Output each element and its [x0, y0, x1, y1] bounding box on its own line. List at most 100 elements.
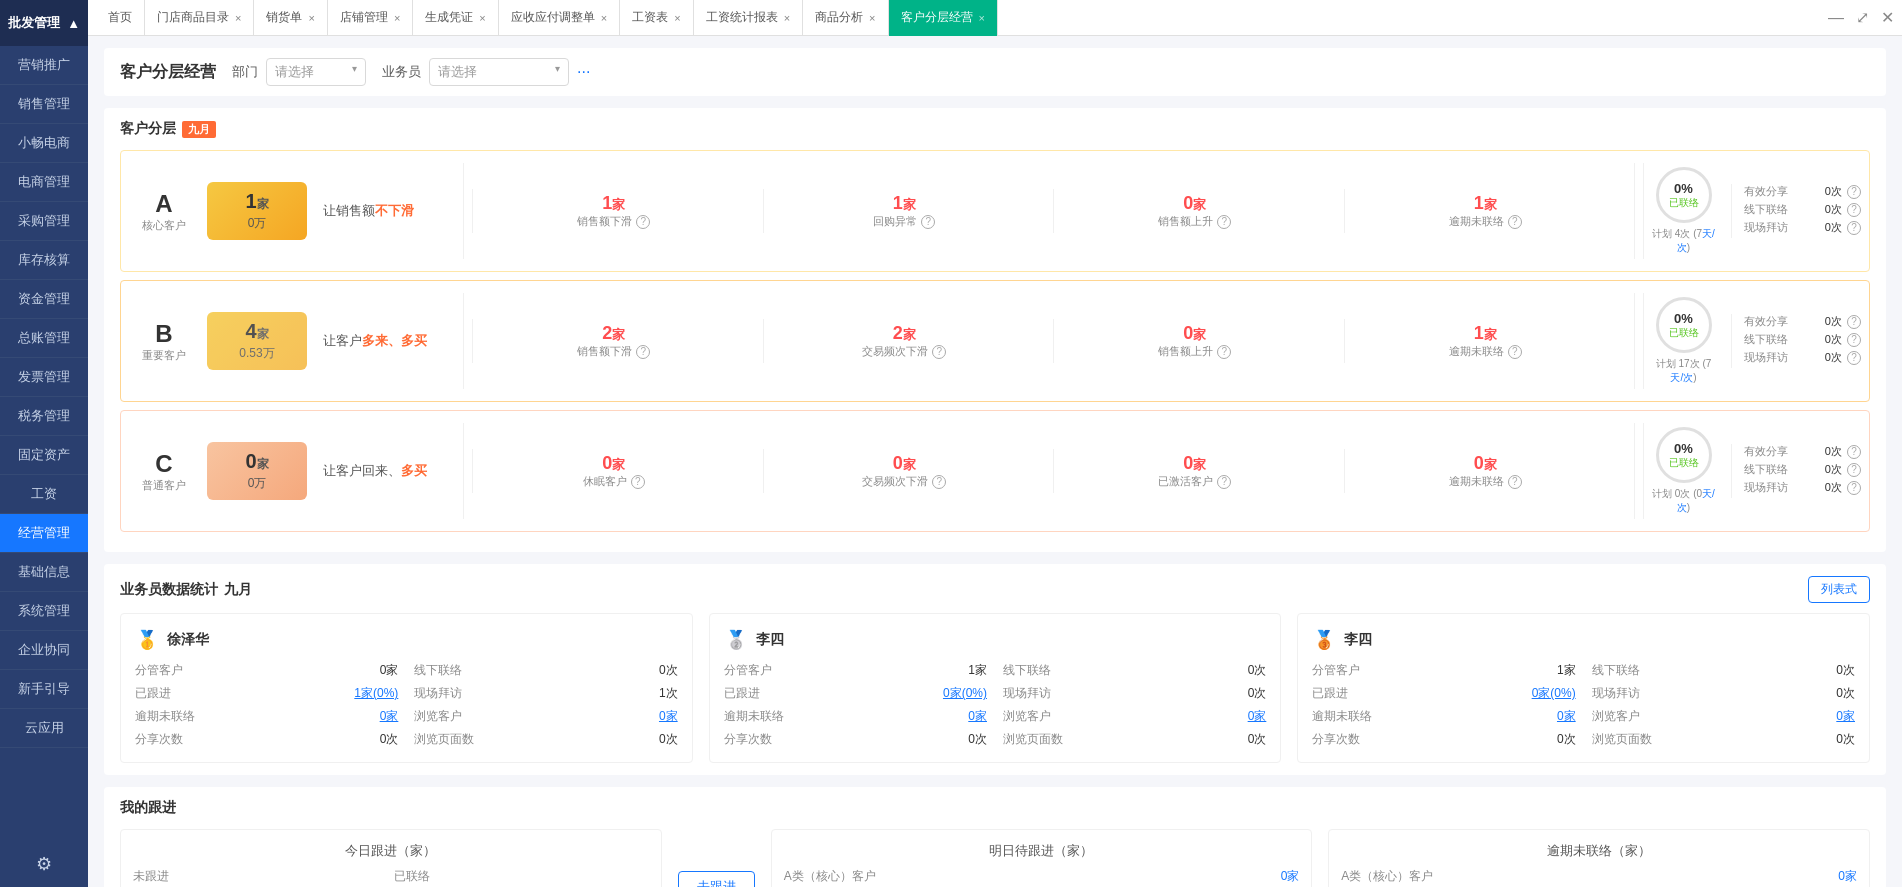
tab-close-应收应付调整单[interactable]: ×	[601, 12, 607, 24]
info-icon[interactable]: ?	[1847, 185, 1861, 199]
tier-stat-A-1[interactable]: 1家 回购异常 ?	[763, 189, 1046, 233]
biz-stat-val[interactable]: 1家(0%)	[354, 685, 398, 702]
biz-stat-val[interactable]: 0家	[1248, 708, 1267, 725]
sidebar-item-资金管理[interactable]: 资金管理	[0, 280, 88, 319]
biz-stat-label: 浏览页面数	[414, 731, 474, 748]
tier-stat-A-3[interactable]: 1家 逾期未联络 ?	[1344, 189, 1627, 233]
tab-close-销货单[interactable]: ×	[308, 12, 314, 24]
sidebar-header[interactable]: 批发管理 ▲	[0, 0, 88, 46]
biz-stat-label: 逾期未联络	[1312, 708, 1372, 725]
biz-stat-val[interactable]: 0家(0%)	[1532, 685, 1576, 702]
sidebar-item-营销推广[interactable]: 营销推广	[0, 46, 88, 85]
more-options[interactable]: ···	[577, 63, 590, 81]
sidebar-item-新手引导[interactable]: 新手引导	[0, 670, 88, 709]
tier-count-C[interactable]: 0家0万	[207, 442, 307, 500]
biz-stat-val: 0次	[1836, 662, 1855, 679]
sidebar-item-总账管理[interactable]: 总账管理	[0, 319, 88, 358]
tier-count-B[interactable]: 4家0.53万	[207, 312, 307, 370]
sidebar-item-云应用[interactable]: 云应用	[0, 709, 88, 748]
goto-follow-button[interactable]: 去跟进	[678, 871, 755, 888]
sidebar-item-企业协同[interactable]: 企业协同	[0, 631, 88, 670]
sidebar-item-小畅电商[interactable]: 小畅电商	[0, 124, 88, 163]
tier-count-A[interactable]: 1家0万	[207, 182, 307, 240]
biz-stat-val[interactable]: 0家	[1557, 708, 1576, 725]
biz-stat-val[interactable]: 0家	[659, 708, 678, 725]
tab-close-店铺管理[interactable]: ×	[394, 12, 400, 24]
today-followup-title: 今日跟进（家）	[133, 842, 649, 860]
info-icon[interactable]: ?	[1847, 333, 1861, 347]
tomorrow-followup-title: 明日待跟进（家）	[784, 842, 1300, 860]
tier-stat-B-2[interactable]: 0家 销售额上升 ?	[1053, 319, 1336, 363]
tab-店铺管理[interactable]: 店铺管理×	[328, 0, 413, 36]
info-icon[interactable]: ?	[1847, 481, 1861, 495]
tab-商品分析[interactable]: 商品分析×	[803, 0, 888, 36]
tab-生成凭证[interactable]: 生成凭证×	[413, 0, 498, 36]
info-icon[interactable]: ?	[1847, 463, 1861, 477]
tab-门店商品目录[interactable]: 门店商品目录×	[145, 0, 254, 36]
info-icon[interactable]: ?	[1847, 351, 1861, 365]
tab-close-商品分析[interactable]: ×	[869, 12, 875, 24]
biz-person-name-2: 李四	[1344, 631, 1372, 649]
medal-icon-0: 🥇	[135, 628, 159, 652]
tab-close-生成凭证[interactable]: ×	[479, 12, 485, 24]
sidebar-item-固定资产[interactable]: 固定资产	[0, 436, 88, 475]
biz-stat-row-1-7: 浏览页面数 0次	[1003, 731, 1266, 748]
tier-stat-B-3[interactable]: 1家 逾期未联络 ?	[1344, 319, 1627, 363]
sidebar-item-发票管理[interactable]: 发票管理	[0, 358, 88, 397]
sidebar-item-基础信息[interactable]: 基础信息	[0, 553, 88, 592]
tab-首页[interactable]: 首页	[96, 0, 145, 36]
info-icon[interactable]: ?	[1847, 203, 1861, 217]
sidebar-item-库存核算[interactable]: 库存核算	[0, 241, 88, 280]
tier-stat-B-0[interactable]: 2家 销售额下滑 ?	[472, 319, 755, 363]
tab-客户分层经营[interactable]: 客户分层经营×	[889, 0, 998, 36]
biz-stat-val[interactable]: 0家	[1836, 708, 1855, 725]
biz-stat-val[interactable]: 0家(0%)	[943, 685, 987, 702]
biz-stat-label: 分享次数	[1312, 731, 1360, 748]
biz-stat-val[interactable]: 0家	[380, 708, 399, 725]
tab-应收应付调整单[interactable]: 应收应付调整单×	[499, 0, 620, 36]
tab-close-客户分层经营[interactable]: ×	[979, 12, 985, 24]
tier-stat-B-1[interactable]: 2家 交易频次下滑 ?	[763, 319, 1046, 363]
biz-stat-val[interactable]: 0家	[968, 708, 987, 725]
tier-stat-C-1[interactable]: 0家 交易频次下滑 ?	[763, 449, 1046, 493]
tier-stat-C-3[interactable]: 0家 逾期未联络 ?	[1344, 449, 1627, 493]
tab-close-门店商品目录[interactable]: ×	[235, 12, 241, 24]
sidebar-item-系统管理[interactable]: 系统管理	[0, 592, 88, 631]
sidebar-item-电商管理[interactable]: 电商管理	[0, 163, 88, 202]
tier-stat-A-2[interactable]: 0家 销售额上升 ?	[1053, 189, 1336, 233]
tab-close-工资表[interactable]: ×	[674, 12, 680, 24]
info-icon[interactable]: ?	[1847, 221, 1861, 235]
expand-icon[interactable]: ⤢	[1856, 8, 1869, 27]
sidebar-settings[interactable]: ⚙	[0, 841, 88, 887]
biz-stat-row-0-6: 分享次数 0次	[135, 731, 398, 748]
dept-select[interactable]: 请选择 ▾	[266, 58, 366, 86]
minimize-icon[interactable]: —	[1828, 9, 1844, 27]
close-window-icon[interactable]: ✕	[1881, 8, 1894, 27]
biz-stat-val: 0次	[1248, 731, 1267, 748]
tab-销货单[interactable]: 销货单×	[254, 0, 327, 36]
biz-stat-label: 浏览页面数	[1003, 731, 1063, 748]
info-icon[interactable]: ?	[1847, 445, 1861, 459]
biz-select[interactable]: 请选择 ▾	[429, 58, 569, 86]
tier-stat-C-0[interactable]: 0家 休眠客户 ?	[472, 449, 755, 493]
biz-stat-row-1-4: 逾期未联络 0家	[724, 708, 987, 725]
sidebar-collapse-icon[interactable]: ▲	[67, 16, 80, 31]
tier-stat-A-0[interactable]: 1家 销售额下滑 ?	[472, 189, 755, 233]
sidebar-item-工资[interactable]: 工资	[0, 475, 88, 514]
biz-person-name-0: 徐泽华	[167, 631, 209, 649]
sidebar-item-采购管理[interactable]: 采购管理	[0, 202, 88, 241]
list-view-button[interactable]: 列表式	[1808, 576, 1870, 603]
tab-工资表[interactable]: 工资表×	[620, 0, 693, 36]
tomorrow-a-val[interactable]: 0家	[1281, 868, 1300, 885]
info-icon[interactable]: ?	[1847, 315, 1861, 329]
sidebar-item-销售管理[interactable]: 销售管理	[0, 85, 88, 124]
sidebar-item-税务管理[interactable]: 税务管理	[0, 397, 88, 436]
biz-stat-val: 0次	[659, 731, 678, 748]
tier-rs-row: 现场拜访0次 ?	[1744, 350, 1861, 365]
tab-工资统计报表[interactable]: 工资统计报表×	[694, 0, 803, 36]
sidebar-item-经营管理[interactable]: 经营管理	[0, 514, 88, 553]
biz-card-header-0: 🥇 徐泽华	[135, 628, 678, 652]
tier-stat-C-2[interactable]: 0家 已激活客户 ?	[1053, 449, 1336, 493]
overdue-a-val[interactable]: 0家	[1838, 868, 1857, 885]
tab-close-工资统计报表[interactable]: ×	[784, 12, 790, 24]
